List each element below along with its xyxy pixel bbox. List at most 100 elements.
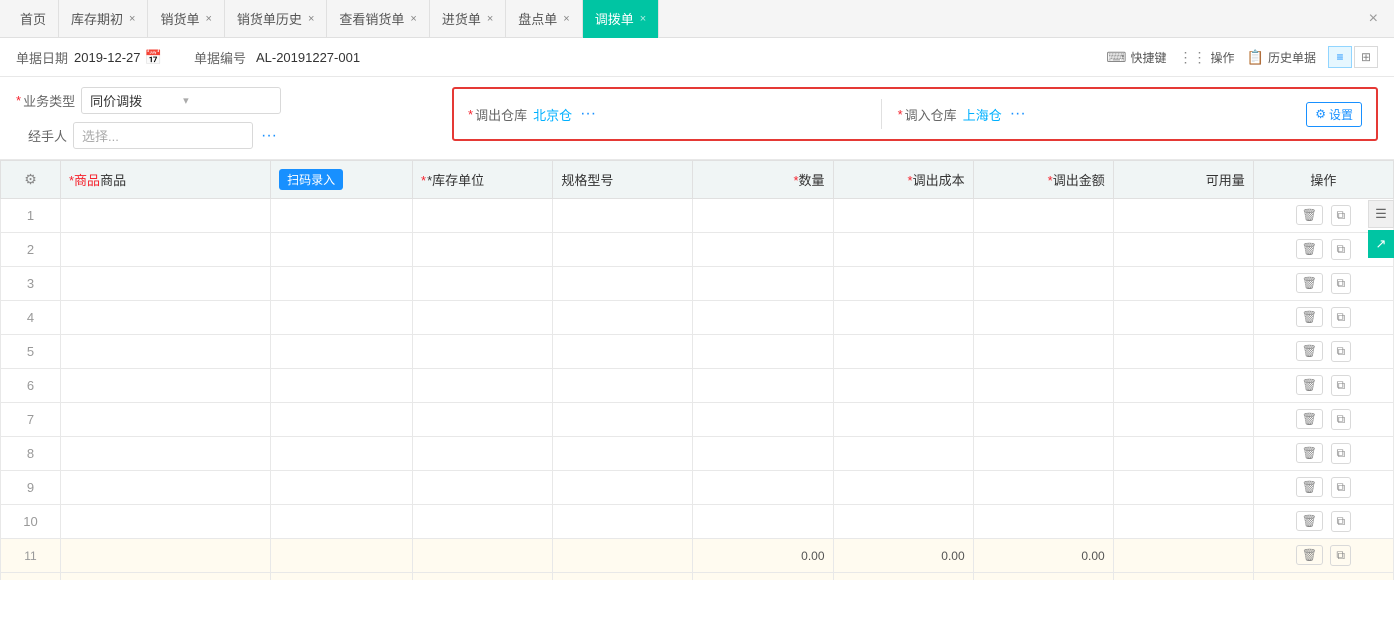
- table-row: 1 🗑 ⧉: [1, 199, 1394, 233]
- operation-btn[interactable]: ⋮⋮ 操作: [1179, 49, 1235, 66]
- tab-inventory[interactable]: 盘点单 ×: [506, 0, 582, 38]
- row-product[interactable]: [61, 335, 271, 369]
- tab-sales-order[interactable]: 销货单 ×: [148, 0, 224, 38]
- tab-bar: 首页 库存期初 × 销货单 × 销货单历史 × 查看销货单 × 进货单 × 盘点…: [0, 0, 1394, 38]
- col-spec-header: 规格型号: [553, 161, 693, 199]
- row-amount: [973, 233, 1113, 267]
- row-product[interactable]: [61, 301, 271, 335]
- tab-transfer[interactable]: 调拨单 ×: [583, 0, 659, 38]
- row-num: 5: [1, 335, 61, 369]
- toolbar-right: ⌨ 快捷键 ⋮⋮ 操作 📋 历史单据 ≡ ⊞: [1106, 46, 1378, 68]
- delete-btn[interactable]: 🗑: [1296, 511, 1323, 531]
- row-spec: [553, 199, 693, 233]
- copy-btn[interactable]: ⧉: [1331, 477, 1352, 498]
- delete-btn[interactable]: 🗑: [1296, 443, 1323, 463]
- transfer-in-star: *: [898, 107, 903, 122]
- row-num: 2: [1, 233, 61, 267]
- copy-btn[interactable]: ⧉: [1331, 409, 1352, 430]
- row-product[interactable]: [61, 471, 271, 505]
- col-available-text: 可用量: [1206, 173, 1245, 188]
- history-btn[interactable]: 📋 历史单据: [1247, 49, 1316, 66]
- copy-btn[interactable]: ⧉: [1331, 307, 1352, 328]
- tab-stock-init-close[interactable]: ×: [129, 13, 135, 25]
- tab-inventory-close[interactable]: ×: [563, 13, 569, 25]
- tab-bar-close-btn[interactable]: ×: [1361, 10, 1386, 28]
- warehouse-settings-btn[interactable]: ⚙ 设置: [1306, 102, 1362, 127]
- view-list-btn[interactable]: ≡: [1328, 46, 1352, 68]
- row-product[interactable]: [61, 437, 271, 471]
- row-available: [1113, 335, 1253, 369]
- warehouse-divider: [881, 99, 882, 129]
- copy-btn[interactable]: ⧉: [1331, 443, 1352, 464]
- delete-btn[interactable]: 🗑: [1296, 477, 1323, 497]
- row-product[interactable]: [61, 539, 271, 573]
- handler-placeholder: 选择...: [82, 126, 119, 145]
- row-product[interactable]: [61, 369, 271, 403]
- tab-view-sales[interactable]: 查看销货单 ×: [327, 0, 429, 38]
- row-product[interactable]: [61, 233, 271, 267]
- tab-view-sales-close[interactable]: ×: [410, 13, 416, 25]
- calendar-icon[interactable]: 📅: [145, 49, 162, 66]
- copy-btn[interactable]: ⧉: [1331, 511, 1352, 532]
- handler-label: 经手人: [28, 126, 67, 145]
- delete-btn[interactable]: 🗑: [1296, 375, 1323, 395]
- doc-toolbar: 单据日期 2019-12-27 📅 单据编号 AL-20191227-001 ⌨…: [0, 38, 1394, 77]
- copy-btn[interactable]: ⧉: [1331, 273, 1352, 294]
- row-product[interactable]: [61, 403, 271, 437]
- tab-home[interactable]: 首页: [8, 0, 59, 38]
- tab-transfer-close[interactable]: ×: [640, 13, 646, 25]
- delete-btn[interactable]: 🗑: [1296, 341, 1323, 361]
- tab-sales-history-close[interactable]: ×: [308, 13, 314, 25]
- subtotal-label: 小计: [1, 573, 61, 581]
- transfer-out-field: * 调出仓库 北京仓 ···: [468, 105, 865, 124]
- tab-purchase[interactable]: 进货单 ×: [430, 0, 506, 38]
- row-unit: [413, 267, 553, 301]
- row-cost: [833, 471, 973, 505]
- delete-btn[interactable]: 🗑: [1296, 409, 1323, 429]
- scan-btn[interactable]: 扫码录入: [279, 169, 343, 190]
- table-row: 3 🗑 ⧉: [1, 267, 1394, 301]
- row-product[interactable]: [61, 505, 271, 539]
- handler-input[interactable]: 选择...: [73, 122, 253, 149]
- delete-btn[interactable]: 🗑: [1296, 239, 1323, 259]
- row-amount: 0.00: [973, 539, 1113, 573]
- table-settings-btn[interactable]: ⚙: [20, 171, 41, 188]
- row-cost: [833, 505, 973, 539]
- row-cost: [833, 335, 973, 369]
- transfer-in-more-btn[interactable]: ···: [1010, 105, 1026, 123]
- tab-stock-init[interactable]: 库存期初 ×: [59, 0, 148, 38]
- handler-more-btn[interactable]: ···: [261, 127, 277, 145]
- transfer-out-more-btn[interactable]: ···: [580, 105, 596, 123]
- copy-btn[interactable]: ⧉: [1331, 205, 1352, 226]
- row-op: 🗑 ⧉: [1253, 267, 1393, 301]
- copy-btn[interactable]: ⧉: [1331, 375, 1352, 396]
- row-scan: [271, 267, 413, 301]
- row-available: [1113, 301, 1253, 335]
- copy-btn[interactable]: ⧉: [1330, 545, 1351, 566]
- shortcut-btn[interactable]: ⌨ 快捷键: [1106, 49, 1166, 66]
- copy-btn[interactable]: ⧉: [1331, 239, 1352, 260]
- row-op: 🗑 ⧉: [1253, 403, 1393, 437]
- copy-btn[interactable]: ⧉: [1331, 341, 1352, 362]
- delete-btn[interactable]: 🗑: [1296, 545, 1323, 565]
- business-type-select[interactable]: 同价调拨 ▾: [81, 87, 281, 114]
- delete-btn[interactable]: 🗑: [1296, 205, 1323, 225]
- row-spec: [553, 335, 693, 369]
- view-grid-btn[interactable]: ⊞: [1354, 46, 1378, 68]
- number-label: 单据编号: [194, 48, 246, 67]
- row-product[interactable]: [61, 199, 271, 233]
- delete-btn[interactable]: 🗑: [1296, 307, 1323, 327]
- tab-purchase-close[interactable]: ×: [487, 13, 493, 25]
- side-export-btn[interactable]: ↗: [1368, 230, 1394, 258]
- row-qty: [693, 301, 833, 335]
- row-unit: [413, 539, 553, 573]
- row-cost: [833, 267, 973, 301]
- row-cost: [833, 233, 973, 267]
- tab-sales-history[interactable]: 销货单历史 ×: [225, 0, 327, 38]
- col-unit-header: **库存单位: [413, 161, 553, 199]
- row-product[interactable]: [61, 267, 271, 301]
- side-list-btn[interactable]: ☰: [1368, 200, 1394, 228]
- delete-btn[interactable]: 🗑: [1296, 273, 1323, 293]
- tab-sales-order-close[interactable]: ×: [205, 13, 211, 25]
- business-type-field: * 业务类型 同价调拨 ▾: [16, 87, 436, 114]
